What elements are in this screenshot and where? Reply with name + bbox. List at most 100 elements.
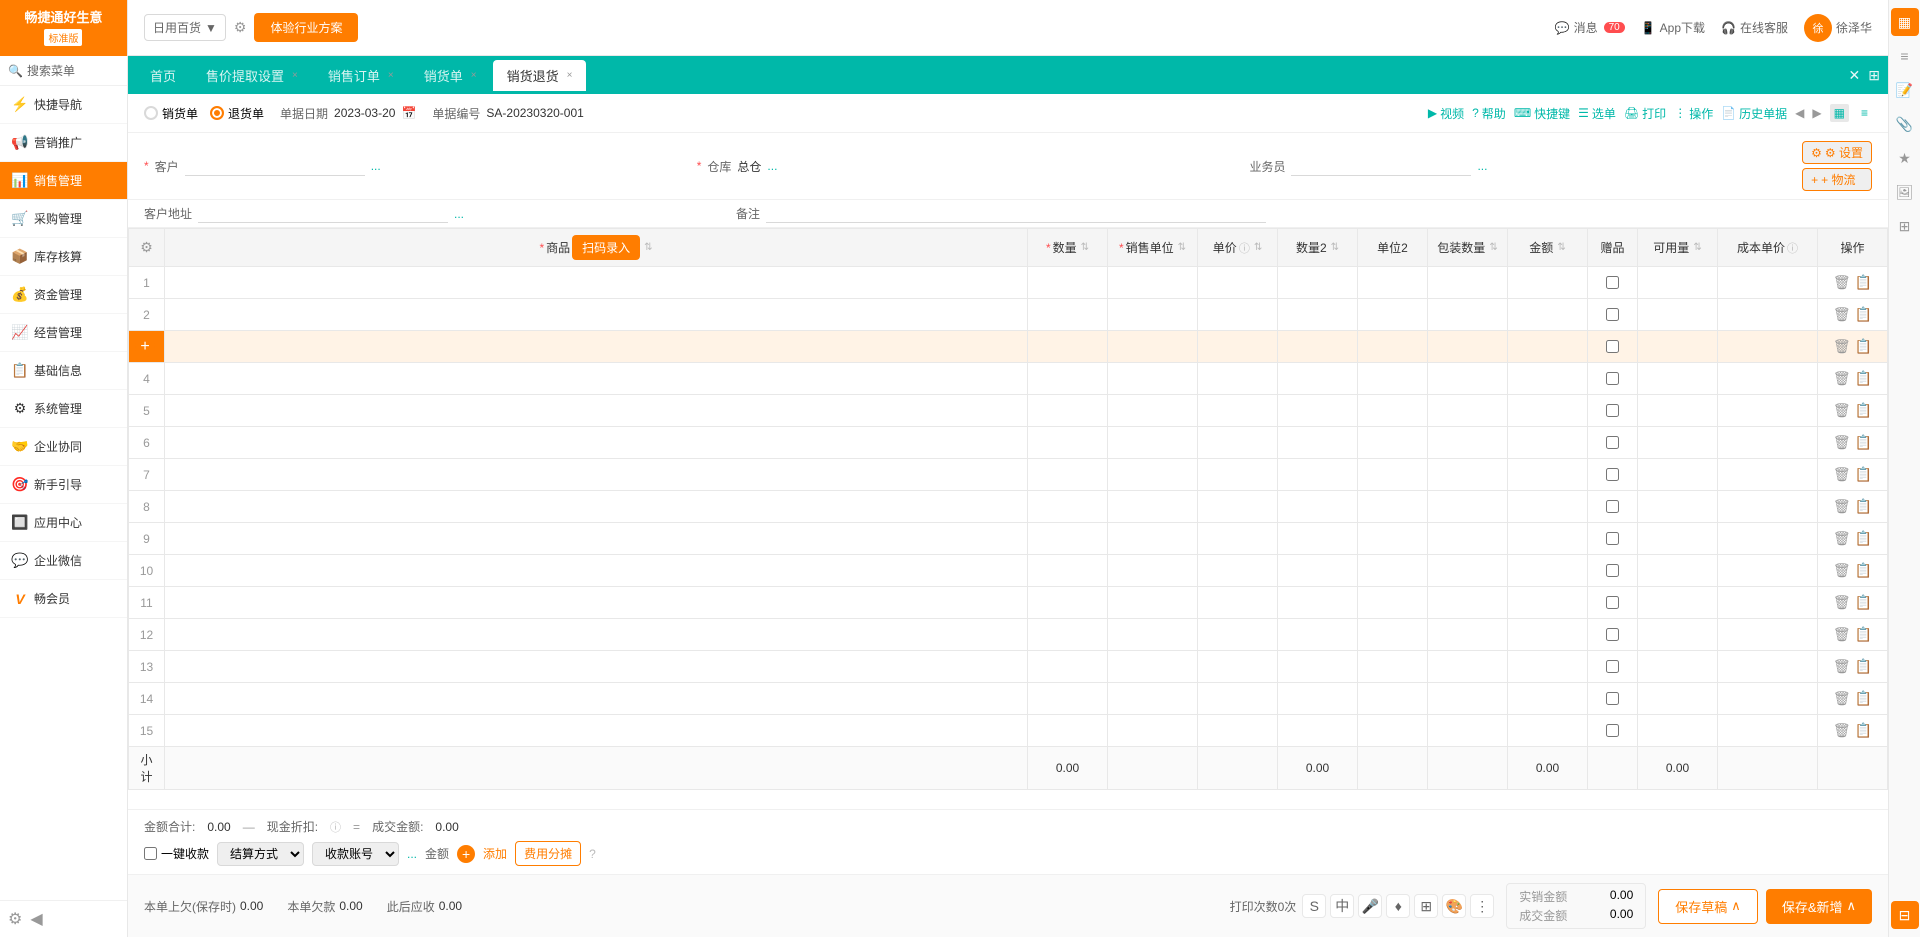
fee-help-icon[interactable]: ? [589,847,596,861]
gift-checkbox[interactable] [1606,532,1619,545]
product-cell[interactable] [165,459,1028,491]
product-cell[interactable] [165,331,1028,363]
tab-sales-return[interactable]: 销货退货 × [493,60,587,91]
available-cell[interactable] [1638,331,1718,363]
online-service-btn[interactable]: 🎧 在线客服 [1721,19,1788,36]
delete-row-btn[interactable]: 🗑 [1833,594,1851,611]
gift-checkbox[interactable] [1606,340,1619,353]
scan-input-btn[interactable]: 扫码录入 [572,235,640,260]
copy-row-btn[interactable]: 📋 [1855,626,1872,643]
quantity2-cell[interactable] [1278,395,1358,427]
delete-row-btn[interactable]: 🗑 [1833,306,1851,323]
quantity2-cell[interactable] [1278,683,1358,715]
add-payment-label[interactable]: 添加 [483,845,507,862]
sidebar-collapse-icon[interactable]: ◀ [30,909,42,929]
quantity-cell[interactable] [1028,683,1108,715]
calendar-icon[interactable]: 📅 [401,106,416,120]
unit-price-cell[interactable] [1198,267,1278,299]
copy-row-btn[interactable]: 📋 [1855,338,1872,355]
pack-quantity-cell[interactable] [1428,427,1508,459]
tab-sales-delivery[interactable]: 销货单 × [410,60,491,91]
quantity-cell[interactable] [1028,587,1108,619]
sidebar-item-sales[interactable]: 📊 销售管理 [0,162,127,200]
amount-cell[interactable] [1508,427,1588,459]
copy-row-btn[interactable]: 📋 [1855,402,1872,419]
quantity-cell[interactable] [1028,427,1108,459]
available-cell[interactable] [1638,395,1718,427]
delete-row-btn[interactable]: 🗑 [1833,274,1851,291]
quantity-cell[interactable] [1028,715,1108,747]
sales-unit-cell[interactable] [1108,459,1198,491]
action-video[interactable]: ▶ 视频 [1428,105,1464,122]
sidebar-item-wechat[interactable]: 💬 企业微信 [0,542,127,580]
quantity2-cell[interactable] [1278,363,1358,395]
unit-price-cell[interactable] [1198,363,1278,395]
cost-price-cell[interactable] [1718,651,1818,683]
cost-price-cell[interactable] [1718,491,1818,523]
cost-price-cell[interactable] [1718,587,1818,619]
unit-price-cell[interactable] [1198,299,1278,331]
pack-quantity-cell[interactable] [1428,651,1508,683]
quantity2-cell[interactable] [1278,715,1358,747]
pack-sort-icon[interactable]: ⇅ [1489,242,1497,253]
copy-row-btn[interactable]: 📋 [1855,690,1872,707]
right-icon-layout[interactable]: ⊞ [1891,212,1919,240]
message-btn[interactable]: 💬 消息 70 [1555,19,1625,36]
save-draft-button[interactable]: 保存草稿 ∧ [1658,889,1758,924]
sales-unit-cell[interactable] [1108,587,1198,619]
view-table-icon[interactable]: ▦ [1830,104,1849,122]
copy-row-btn[interactable]: 📋 [1855,466,1872,483]
gift-checkbox[interactable] [1606,596,1619,609]
sidebar-item-basic-info[interactable]: 📋 基础信息 [0,352,127,390]
available-cell[interactable] [1638,715,1718,747]
product-cell[interactable] [165,523,1028,555]
available-cell[interactable] [1638,683,1718,715]
gift-checkbox[interactable] [1606,724,1619,737]
sidebar-item-enterprise[interactable]: 🤝 企业协同 [0,428,127,466]
product-cell[interactable] [165,683,1028,715]
delete-row-btn[interactable]: 🗑 [1833,370,1851,387]
right-icon-bottom[interactable]: ⊟ [1891,901,1919,929]
delete-row-btn[interactable]: 🗑 [1833,690,1851,707]
trial-button[interactable]: 体验行业方案 [254,13,358,42]
gift-checkbox[interactable] [1606,628,1619,641]
product-cell[interactable] [165,715,1028,747]
warehouse-dots[interactable]: ... [767,159,777,173]
product-cell[interactable] [165,267,1028,299]
tab-sales-order[interactable]: 销售订单 × [314,60,408,91]
pack-quantity-cell[interactable] [1428,523,1508,555]
unit-price-cell[interactable] [1198,619,1278,651]
unit2-cell[interactable] [1358,555,1428,587]
gift-checkbox[interactable] [1606,564,1619,577]
cost-price-cell[interactable] [1718,459,1818,491]
pack-quantity-cell[interactable] [1428,299,1508,331]
pack-quantity-cell[interactable] [1428,587,1508,619]
icon-more[interactable]: ⋮ [1470,894,1494,918]
product-cell[interactable] [165,427,1028,459]
amount-sort-icon[interactable]: ⇅ [1557,242,1565,253]
amount-cell[interactable] [1508,395,1588,427]
copy-row-btn[interactable]: 📋 [1855,274,1872,291]
quantity-cell[interactable] [1028,619,1108,651]
amount-cell[interactable] [1508,267,1588,299]
cost-price-cell[interactable] [1718,427,1818,459]
tab-sales-order-close[interactable]: × [388,70,394,81]
tab-sales-return-close[interactable]: × [567,70,573,81]
date-value[interactable]: 2023-03-20 [334,106,395,120]
sales-unit-cell[interactable] [1108,619,1198,651]
unit-price-cell[interactable] [1198,715,1278,747]
unit2-cell[interactable] [1358,651,1428,683]
sidebar-item-marketing[interactable]: 📢 营销推广 [0,124,127,162]
delete-row-btn[interactable]: 🗑 [1833,466,1851,483]
product-cell[interactable] [165,651,1028,683]
unit-price-cell[interactable] [1198,459,1278,491]
pack-quantity-cell[interactable] [1428,715,1508,747]
action-help[interactable]: ? 帮助 [1472,105,1506,122]
category-selector[interactable]: 日用百货 ▼ [144,14,226,41]
quantity2-cell[interactable] [1278,555,1358,587]
sidebar-settings-icon[interactable]: ⚙ [8,909,22,929]
quantity-cell[interactable] [1028,491,1108,523]
delete-row-btn[interactable]: 🗑 [1833,562,1851,579]
history-next-icon[interactable]: ▶ [1812,106,1821,120]
product-cell[interactable] [165,491,1028,523]
